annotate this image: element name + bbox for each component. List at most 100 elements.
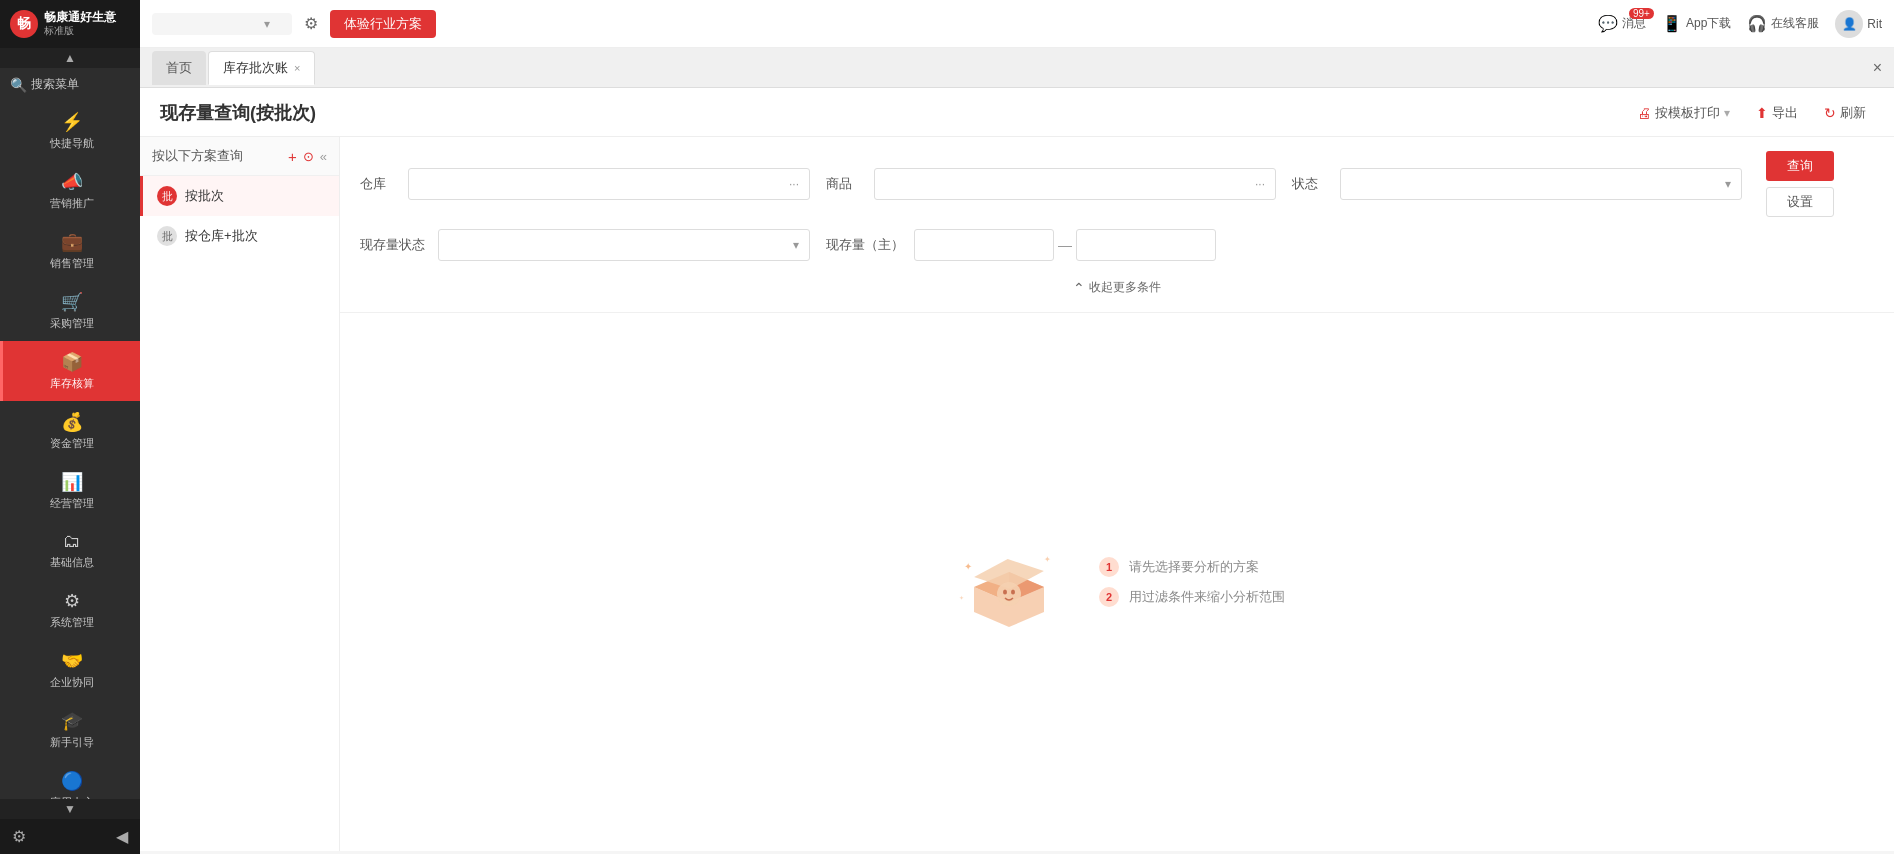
user-profile[interactable]: 👤 Rit [1835,10,1882,38]
tab-bar: 首页 库存批次账 × × [140,48,1894,88]
basic-icon: 🗂 [63,531,81,552]
sidebar-item-basic[interactable]: 🗂 基础信息 [0,521,140,580]
sidebar-item-purchase[interactable]: 🛒 采购管理 [0,281,140,341]
scheme-label-by-batch: 按批次 [185,187,224,205]
tab-close-icon[interactable]: × [294,62,300,74]
enterprise-icon: 🤝 [61,650,83,672]
warehouse-more-icon: ··· [789,177,799,191]
sidebar: 畅 畅康通好生意 标准版 ▲ 🔍 搜索菜单 ⚡ 快捷导航 📣 营销推广 💼 销售… [0,0,140,854]
quick-nav-icon: ⚡ [61,111,83,133]
printer-icon: 🖨 [1637,105,1651,121]
settings-button[interactable]: 设置 [1766,187,1834,217]
step-2-text: 用过滤条件来缩小分析范围 [1129,588,1285,606]
page-header: 现存量查询(按批次) 🖨 按模板打印 ▾ ⬆ 导出 ↻ 刷新 [140,88,1894,137]
topbar-chevron-icon: ▾ [264,17,270,31]
left-panel-actions: + ⊙ « [288,148,327,165]
app-title: 畅康通好生意 [44,10,116,24]
left-panel-collapse-icon[interactable]: « [320,149,327,164]
main-area: ▾ ⚙ 体验行业方案 💬 消息 99+ 📱 App下载 🎧 在线客服 👤 Rit [140,0,1894,854]
add-scheme-icon[interactable]: + [288,148,297,165]
topbar-search-box[interactable]: ▾ [152,13,292,35]
tab-panel-close-icon[interactable]: × [1873,59,1882,77]
product-input[interactable]: ··· [874,168,1276,200]
warehouse-input[interactable]: ··· [408,168,810,200]
sidebar-search[interactable]: 🔍 搜索菜单 [0,68,140,101]
sidebar-item-marketing[interactable]: 📣 营销推广 [0,161,140,221]
search-icon: 🔍 [10,77,27,93]
product-more-icon: ··· [1255,177,1265,191]
empty-step-2: 2 用过滤条件来缩小分析范围 [1099,587,1285,607]
system-icon: ⚙ [64,590,80,612]
online-service-action[interactable]: 🎧 在线客服 [1747,14,1819,33]
warehouse-field: 仓库 ··· [360,168,810,200]
page-content: 现存量查询(按批次) 🖨 按模板打印 ▾ ⬆ 导出 ↻ 刷新 [140,88,1894,854]
sales-icon: 💼 [61,231,83,253]
sidebar-item-label: 资金管理 [50,436,94,451]
content-body: 按以下方案查询 + ⊙ « 批 按批次 批 [140,137,1894,851]
tab-inventory-batch[interactable]: 库存批次账 × [208,51,315,85]
filter-row-2: 现存量状态 ▾ 现存量（主） — [360,229,1874,261]
scheme-item-by-batch[interactable]: 批 按批次 [140,176,339,216]
avatar: 👤 [1835,10,1863,38]
sidebar-item-quick-nav[interactable]: ⚡ 快捷导航 [0,101,140,161]
svg-text:✦: ✦ [959,595,964,601]
sidebar-item-label: 采购管理 [50,316,94,331]
stock-quantity-field: 现存量（主） — [826,229,1276,261]
topbar-gear-icon[interactable]: ⚙ [300,10,322,37]
print-dropdown-icon[interactable]: ▾ [1724,106,1730,120]
warehouse-label: 仓库 [360,175,400,193]
sidebar-item-inventory[interactable]: 📦 库存核算 [0,341,140,401]
sidebar-item-enterprise[interactable]: 🤝 企业协同 [0,640,140,700]
stock-status-select[interactable]: ▾ [438,229,810,261]
sidebar-item-label: 销售管理 [50,256,94,271]
sidebar-item-finance[interactable]: 💰 资金管理 [0,401,140,461]
stock-quantity-max-input[interactable] [1076,229,1216,261]
left-panel: 按以下方案查询 + ⊙ « 批 按批次 批 [140,137,340,851]
stock-status-chevron-icon: ▾ [793,238,799,252]
collapse-up-icon: ⌃ [1073,280,1085,296]
tab-home[interactable]: 首页 [152,51,206,85]
tab-home-label: 首页 [166,59,192,77]
collapse-more-conditions[interactable]: ⌃ 收起更多条件 [360,273,1874,302]
collapse-label: 收起更多条件 [1089,279,1161,296]
app-download-label: App下载 [1686,15,1731,32]
messages-action[interactable]: 💬 消息 99+ [1598,14,1646,33]
online-service-label: 在线客服 [1771,15,1819,32]
phone-icon: 📱 [1662,14,1682,33]
sidebar-scroll-down[interactable]: ▼ [0,799,140,819]
print-label: 按模板打印 [1655,104,1720,122]
export-button[interactable]: ⬆ 导出 [1748,100,1806,126]
empty-state-content: ✦ ✦ ✦ 1 请先选择要分析的方案 2 [949,532,1285,632]
appcenter-icon: 🔵 [61,770,83,792]
stock-status-field: 现存量状态 ▾ [360,229,810,261]
sidebar-item-label: 经营管理 [50,496,94,511]
sidebar-search-label: 搜索菜单 [31,76,79,93]
stock-quantity-min-input[interactable] [914,229,1054,261]
scheme-item-by-warehouse-batch[interactable]: 批 按仓库+批次 [140,216,339,256]
sidebar-collapse-icon[interactable]: ◀ [116,827,128,846]
empty-step-1: 1 请先选择要分析的方案 [1099,557,1285,577]
marketing-icon: 📣 [61,171,83,193]
print-button[interactable]: 🖨 按模板打印 ▾ [1629,100,1738,126]
topbar-search-input[interactable] [160,17,260,31]
sidebar-item-operations[interactable]: 📊 经营管理 [0,461,140,521]
sidebar-scroll-up[interactable]: ▲ [0,48,140,68]
sidebar-item-sales[interactable]: 💼 销售管理 [0,221,140,281]
right-panel: 仓库 ··· 商品 ··· [340,137,1894,851]
sidebar-item-guide[interactable]: 🎓 新手引导 [0,700,140,760]
status-select[interactable]: ▾ [1340,168,1742,200]
messages-badge: 99+ [1629,8,1654,19]
refresh-button[interactable]: ↻ 刷新 [1816,100,1874,126]
sidebar-logo: 畅 畅康通好生意 标准版 [0,0,140,48]
sidebar-settings-icon[interactable]: ⚙ [12,827,26,846]
export-icon: ⬆ [1756,105,1768,121]
query-button[interactable]: 查询 [1766,151,1834,181]
sidebar-bottom: ⚙ ◀ [0,819,140,854]
sidebar-item-appcenter[interactable]: 🔵 应用中心 [0,760,140,799]
scheme-settings-icon[interactable]: ⊙ [303,149,314,164]
stock-quantity-label: 现存量（主） [826,236,906,254]
trial-button[interactable]: 体验行业方案 [330,10,436,38]
app-download-action[interactable]: 📱 App下载 [1662,14,1731,33]
page-title: 现存量查询(按批次) [160,101,316,125]
sidebar-item-system[interactable]: ⚙ 系统管理 [0,580,140,640]
